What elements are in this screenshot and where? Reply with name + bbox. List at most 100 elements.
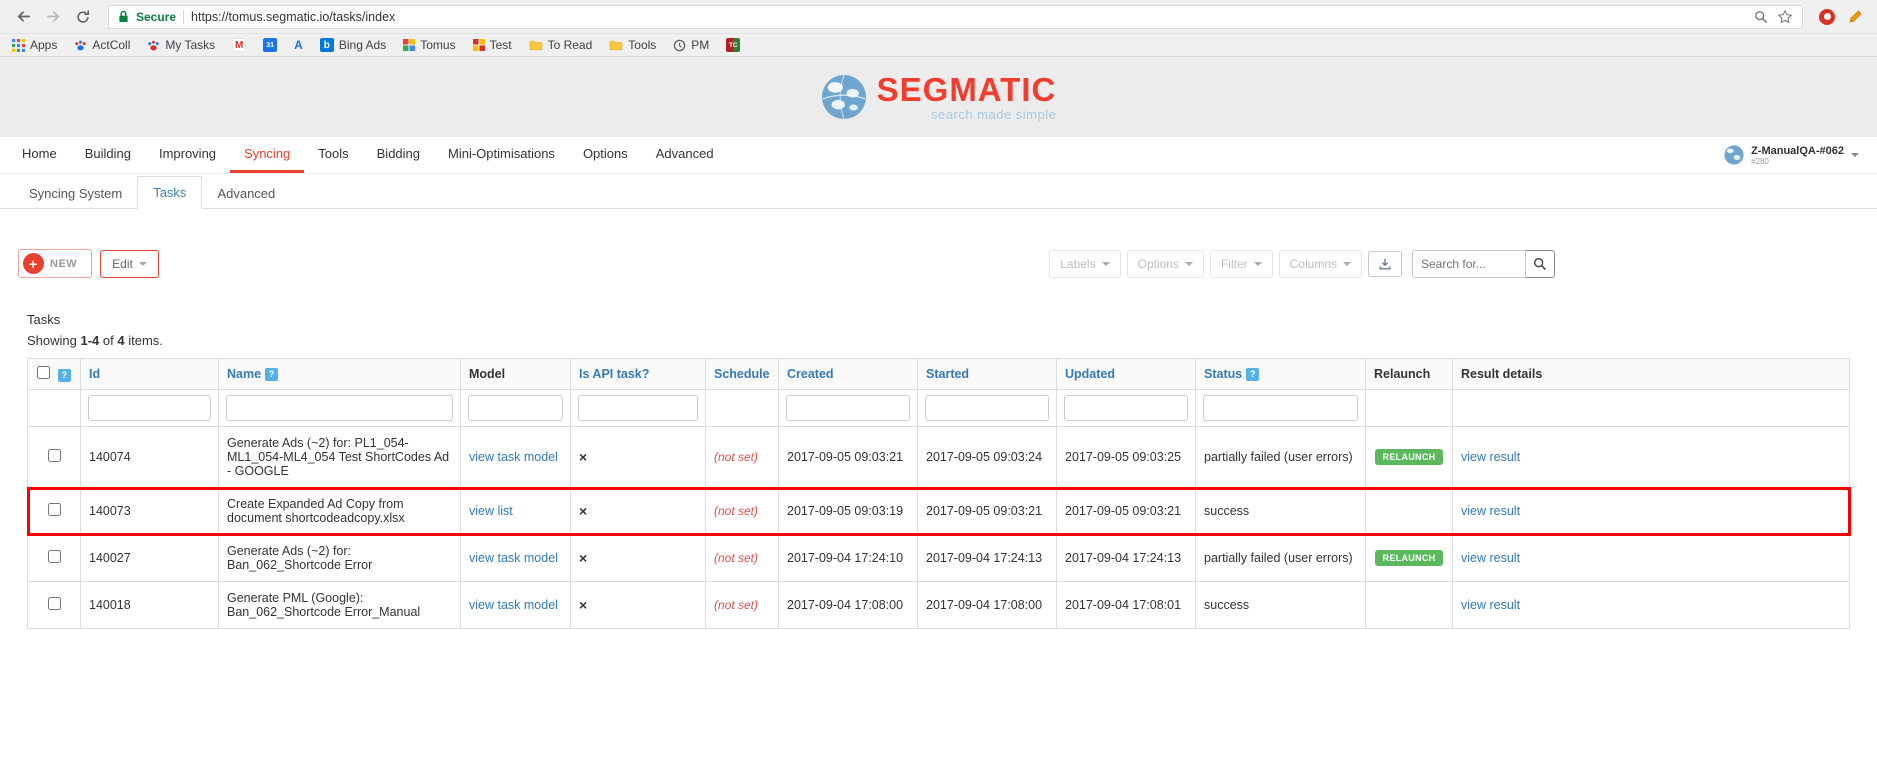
pencil-extension-icon[interactable] [1843, 9, 1867, 24]
bookmark-pm[interactable]: PM [673, 38, 709, 52]
filter-model-input[interactable] [468, 395, 563, 421]
nav-item-advanced[interactable]: Advanced [642, 137, 728, 173]
clock-favicon [674, 39, 686, 51]
started-timestamp: 2017-09-04 17:08:00 [917, 581, 1057, 629]
bookmark-calendar[interactable]: 31 [263, 38, 278, 52]
view-task-model-link[interactable]: view task model [469, 450, 558, 464]
zoom-icon[interactable] [1754, 10, 1768, 24]
filter-updated-input[interactable] [1064, 395, 1188, 421]
view-list-link[interactable]: view list [469, 504, 513, 518]
red-circle-extension-icon[interactable] [1815, 8, 1839, 25]
bookmark-tools[interactable]: Tools [609, 38, 656, 52]
bing-icon: b [319, 38, 334, 52]
column-header-updated[interactable]: Updated [1056, 358, 1196, 390]
column-header-started[interactable]: Started [917, 358, 1057, 390]
paw-favicon [148, 40, 160, 50]
column-header-model: Model [460, 358, 571, 390]
bookmark-to-read[interactable]: To Read [529, 38, 593, 52]
bookmark-actcoll[interactable]: ActColl [74, 38, 130, 52]
select-all-checkbox[interactable] [37, 366, 51, 379]
chevron-down-icon [1253, 261, 1262, 266]
search-input[interactable] [1412, 249, 1526, 278]
address-bar[interactable]: Secure https://tomus.segmatic.io/tasks/i… [108, 4, 1803, 29]
view-task-model-link[interactable]: view task model [469, 551, 558, 565]
view-result-link[interactable]: view result [1461, 450, 1520, 464]
nav-item-building[interactable]: Building [71, 137, 145, 173]
relaunch-button[interactable]: RELAUNCH [1374, 449, 1444, 465]
column-header-schedule[interactable]: Schedule [705, 358, 779, 390]
column-header-created[interactable]: Created [778, 358, 918, 390]
bookmark-test[interactable]: Test [472, 38, 512, 52]
nav-item-home[interactable]: Home [8, 137, 71, 173]
forward-button[interactable] [40, 4, 66, 30]
bookmark-label: PM [691, 38, 710, 52]
export-download-button[interactable] [1368, 250, 1402, 277]
options-dropdown-button[interactable]: Options [1126, 249, 1204, 278]
created-timestamp: 2017-09-05 09:03:19 [778, 487, 918, 535]
segmatic-globe-icon [821, 74, 866, 120]
filter-started-input[interactable] [925, 395, 1049, 421]
bookmark-gmail[interactable]: M [232, 38, 247, 52]
tasks-table: ? Id Name? Model Is API task? Schedule C… [26, 358, 1851, 629]
column-header-relaunch: Relaunch [1365, 358, 1453, 390]
tab-tasks[interactable]: Tasks [137, 176, 203, 209]
url-text: https://tomus.segmatic.io/tasks/index [191, 9, 396, 24]
help-icon[interactable]: ? [265, 368, 279, 381]
bookmark-my-tasks[interactable]: My Tasks [147, 38, 215, 52]
select-row-checkbox[interactable] [47, 550, 61, 563]
cross-mark-icon: × [579, 449, 588, 465]
user-menu[interactable]: Z-ManualQA-#062 #280 [1724, 137, 1859, 173]
select-row-checkbox[interactable] [47, 597, 61, 610]
table-filter-row [27, 389, 1850, 427]
nav-item-improving[interactable]: Improving [145, 137, 230, 173]
filter-is-api-task-input[interactable] [578, 395, 698, 421]
nav-item-syncing[interactable]: Syncing [230, 137, 305, 173]
nav-item-mini-optimisations[interactable]: Mini-Optimisations [434, 137, 569, 173]
bookmark-label: To Read [547, 38, 593, 52]
relaunch-button[interactable]: RELAUNCH [1374, 550, 1444, 566]
select-row-checkbox[interactable] [47, 449, 61, 462]
bookmark-apps[interactable]: Apps [12, 38, 57, 52]
bookmark-analytics[interactable]: A [294, 38, 303, 52]
view-result-link[interactable]: view result [1461, 504, 1520, 518]
help-icon[interactable]: ? [57, 369, 71, 382]
bookmark-tc[interactable]: TC [726, 38, 741, 52]
column-header-is-api-task[interactable]: Is API task? [570, 358, 706, 390]
refresh-button[interactable] [70, 4, 96, 30]
column-header-id[interactable]: Id [80, 358, 219, 390]
back-arrow-icon [17, 11, 30, 22]
filter-id-input[interactable] [88, 395, 211, 421]
columns-dropdown-button[interactable]: Columns [1278, 249, 1362, 278]
new-button[interactable]: + NEW [18, 249, 93, 278]
nav-item-bidding[interactable]: Bidding [363, 137, 434, 173]
column-header-name[interactable]: Name? [218, 358, 461, 390]
help-icon[interactable]: ? [1246, 368, 1260, 381]
back-button[interactable] [10, 4, 36, 30]
view-task-model-link[interactable]: view task model [469, 598, 558, 612]
bookmark-bing-ads[interactable]: b Bing Ads [319, 38, 386, 52]
nav-item-tools[interactable]: Tools [304, 137, 362, 173]
filter-name-input[interactable] [226, 395, 453, 421]
labels-dropdown-button[interactable]: Labels [1049, 249, 1121, 278]
browser-window: Secure https://tomus.segmatic.io/tasks/i… [0, 0, 1877, 629]
table-row-highlighted: 140073 Create Expanded Ad Copy from docu… [26, 486, 1851, 536]
tab-syncing-system[interactable]: Syncing System [14, 178, 137, 209]
browser-toolbar: Secure https://tomus.segmatic.io/tasks/i… [0, 0, 1877, 34]
filter-dropdown-button[interactable]: Filter [1209, 249, 1273, 278]
search-button[interactable] [1526, 249, 1555, 278]
edit-dropdown-button[interactable]: Edit [100, 249, 159, 278]
segmatic-logo[interactable]: SEGMATIC search made simple [821, 73, 1057, 122]
bookmark-star-icon[interactable] [1777, 9, 1793, 25]
nav-item-options[interactable]: Options [569, 137, 642, 173]
bookmark-tomus[interactable]: Tomus [403, 38, 456, 52]
user-account-id: #280 [1751, 156, 1769, 166]
tab-advanced[interactable]: Advanced [202, 178, 290, 209]
filter-status-input[interactable] [1203, 395, 1358, 421]
task-name: Generate Ads (~2) for: Ban_062_Shortcode… [218, 534, 461, 582]
column-header-status[interactable]: Status? [1195, 358, 1366, 390]
filter-created-input[interactable] [786, 395, 910, 421]
view-result-link[interactable]: view result [1461, 598, 1520, 612]
gmail-icon: M [232, 38, 247, 52]
view-result-link[interactable]: view result [1461, 551, 1520, 565]
select-row-checkbox[interactable] [47, 503, 61, 516]
